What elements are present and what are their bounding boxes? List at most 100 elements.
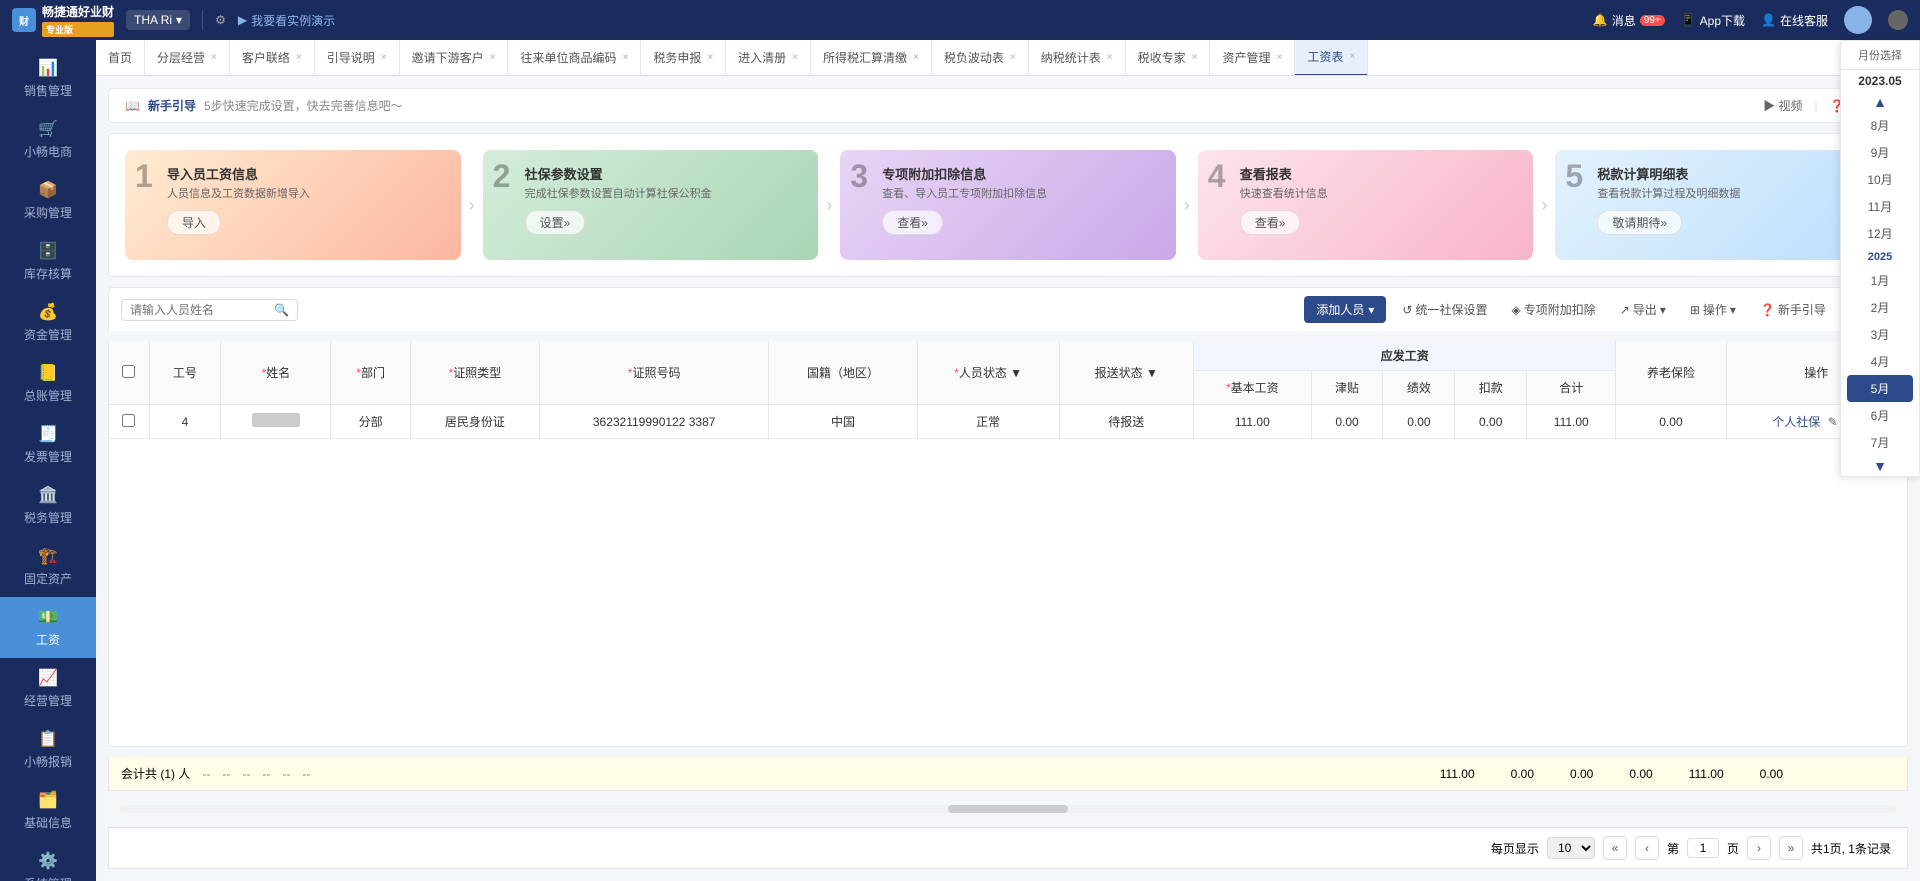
page-size-select[interactable]: 10 20 50 xyxy=(1547,837,1595,859)
sidebar-item-ledger[interactable]: 📒 总账管理 xyxy=(0,353,96,414)
step-title-2: 社保参数设置 xyxy=(497,164,805,183)
tab-close-tax-report[interactable]: × xyxy=(707,52,713,63)
settings-icon[interactable]: ⚙ xyxy=(215,13,226,27)
month-item-7[interactable]: 7月 xyxy=(1841,429,1919,456)
new-guide-btn[interactable]: ❓ 新手引导 xyxy=(1752,297,1834,322)
prev-page-btn[interactable]: ‹ xyxy=(1635,836,1659,860)
logo-icon: 财 xyxy=(12,8,36,32)
tab-close-invite[interactable]: × xyxy=(490,52,496,63)
tab-close-guide[interactable]: × xyxy=(381,52,387,63)
tab-close-tax-stat[interactable]: × xyxy=(1107,52,1113,63)
tab-close-product-code[interactable]: × xyxy=(622,52,628,63)
social-set-btn[interactable]: ↺ 统一社保设置 xyxy=(1394,297,1495,322)
sidebar-item-system[interactable]: ⚙️ 系统管理 xyxy=(0,841,96,881)
action-edit[interactable]: ✎ xyxy=(1828,415,1838,429)
tab-salary[interactable]: 工资表 × xyxy=(1295,40,1368,76)
tab-invite[interactable]: 邀请下游客户 × xyxy=(400,40,509,76)
scrollbar-thumb[interactable] xyxy=(948,805,1068,813)
sidebar-item-sales[interactable]: 📊 销售管理 xyxy=(0,48,96,109)
tab-close-tax-calc[interactable]: × xyxy=(913,52,919,63)
sidebar-item-purchase[interactable]: 📦 采购管理 xyxy=(0,170,96,231)
tab-customer[interactable]: 客户联络 × xyxy=(230,40,315,76)
company-selector[interactable]: THA Ri ▾ xyxy=(126,10,190,30)
month-item-10[interactable]: 10月 xyxy=(1841,166,1919,193)
sidebar-item-tax[interactable]: 🏛️ 税务管理 xyxy=(0,475,96,536)
sidebar-label-operation: 经营管理 xyxy=(24,692,72,709)
month-item-1[interactable]: 1月 xyxy=(1841,267,1919,294)
operate-btn[interactable]: ⊞ 操作 ▾ xyxy=(1682,297,1744,322)
tab-close-tax-exempt[interactable]: × xyxy=(1010,52,1016,63)
th-pension: 养老保险 xyxy=(1616,341,1726,405)
demo-link[interactable]: ▶ 我要看实例演示 xyxy=(238,12,335,29)
sidebar-item-operation[interactable]: 📈 经营管理 xyxy=(0,658,96,719)
sidebar-item-report[interactable]: 📋 小畅报销 xyxy=(0,719,96,780)
tab-close-clearance[interactable]: × xyxy=(792,52,798,63)
sidebar-item-finance[interactable]: 💰 资金管理 xyxy=(0,292,96,353)
deduct-btn[interactable]: ◈ 专项附加扣除 xyxy=(1503,297,1603,322)
tab-close-assets-mgmt[interactable]: × xyxy=(1276,52,1282,63)
horizontal-scrollbar[interactable] xyxy=(120,805,1896,813)
step-btn-1[interactable]: 导入 xyxy=(167,210,221,235)
step-btn-3[interactable]: 查看» xyxy=(882,210,943,235)
search-input[interactable] xyxy=(130,303,270,317)
user-avatar[interactable] xyxy=(1844,6,1872,34)
row-select-checkbox[interactable] xyxy=(122,414,135,427)
select-all-checkbox[interactable] xyxy=(122,365,135,378)
sidebar-item-inventory[interactable]: 🗄️ 库存核算 xyxy=(0,231,96,292)
guide-book-icon: 📖 xyxy=(125,99,140,113)
search-icon[interactable]: 🔍 xyxy=(274,303,289,317)
tab-close-tax-expert[interactable]: × xyxy=(1192,52,1198,63)
sidebar-item-basic[interactable]: 🗂️ 基础信息 xyxy=(0,780,96,841)
tab-close-partition[interactable]: × xyxy=(211,52,217,63)
sidebar-item-salary[interactable]: 💵 工资 xyxy=(0,597,96,658)
online-service-btn[interactable]: 👤 在线客服 xyxy=(1761,12,1828,29)
tab-tax-expert[interactable]: 税收专家 × xyxy=(1126,40,1211,76)
video-btn[interactable]: ▶ 视频 xyxy=(1763,97,1802,114)
tab-tax-calc[interactable]: 所得税汇算清缴 × xyxy=(811,40,932,76)
month-item-9[interactable]: 9月 xyxy=(1841,139,1919,166)
page-input[interactable] xyxy=(1687,838,1719,858)
last-page-btn[interactable]: » xyxy=(1779,836,1803,860)
tab-tax-stat[interactable]: 纳税统计表 × xyxy=(1029,40,1126,76)
month-item-6[interactable]: 6月 xyxy=(1841,402,1919,429)
sidebar-item-assets[interactable]: 🏗️ 固定资产 xyxy=(0,536,96,597)
month-item-4[interactable]: 4月 xyxy=(1841,348,1919,375)
notification-btn[interactable]: 🔔 消息 99+ xyxy=(1593,12,1665,29)
tab-close-salary[interactable]: × xyxy=(1349,51,1355,62)
step-btn-5[interactable]: 敬请期待» xyxy=(1597,210,1682,235)
add-person-button[interactable]: 添加人员 ▾ xyxy=(1304,296,1386,323)
tab-tax-report[interactable]: 税务申报 × xyxy=(641,40,726,76)
app-download-btn[interactable]: 📱 App下载 xyxy=(1681,12,1745,29)
month-item-8[interactable]: 8月 xyxy=(1841,112,1919,139)
tab-assets-mgmt[interactable]: 资产管理 × xyxy=(1210,40,1295,76)
sidebar-item-xiaochang[interactable]: 🛒 小畅电商 xyxy=(0,109,96,170)
sidebar-item-invoice[interactable]: 🧾 发票管理 xyxy=(0,414,96,475)
tab-clearance[interactable]: 进入清册 × xyxy=(726,40,811,76)
user-menu[interactable] xyxy=(1888,10,1908,30)
step-btn-2[interactable]: 设置» xyxy=(525,210,586,235)
step-btn-4[interactable]: 查看» xyxy=(1240,210,1301,235)
month-nav-up[interactable]: ▲ xyxy=(1873,94,1887,110)
page-size-label: 每页显示 xyxy=(1491,840,1539,857)
invoice-icon: 🧾 xyxy=(38,424,58,444)
month-nav-down-btn[interactable]: ▼ xyxy=(1873,458,1887,474)
action-social[interactable]: 个人社保 xyxy=(1772,415,1820,429)
footer-dash-6: -- xyxy=(302,767,310,781)
next-page-btn[interactable]: › xyxy=(1747,836,1771,860)
filter-icon-status[interactable]: ▼ xyxy=(1010,366,1022,380)
step-number-5: 5 xyxy=(1565,158,1583,195)
month-item-3[interactable]: 3月 xyxy=(1841,321,1919,348)
export-btn[interactable]: ↗ 导出 ▾ xyxy=(1612,297,1674,322)
month-item-5-active[interactable]: 5月 xyxy=(1847,375,1913,402)
filter-icon-report[interactable]: ▼ xyxy=(1146,366,1158,380)
tab-close-customer[interactable]: × xyxy=(296,52,302,63)
tab-home[interactable]: 首页 xyxy=(96,40,145,76)
first-page-btn[interactable]: « xyxy=(1603,836,1627,860)
month-item-11[interactable]: 11月 xyxy=(1841,193,1919,220)
month-item-2[interactable]: 2月 xyxy=(1841,294,1919,321)
tab-tax-exempt[interactable]: 税负波动表 × xyxy=(932,40,1029,76)
tab-partition[interactable]: 分层经营 × xyxy=(145,40,230,76)
month-item-12[interactable]: 12月 xyxy=(1841,220,1919,247)
tab-guide[interactable]: 引导说明 × xyxy=(315,40,400,76)
tab-product-code[interactable]: 往来单位商品编码 × xyxy=(508,40,641,76)
